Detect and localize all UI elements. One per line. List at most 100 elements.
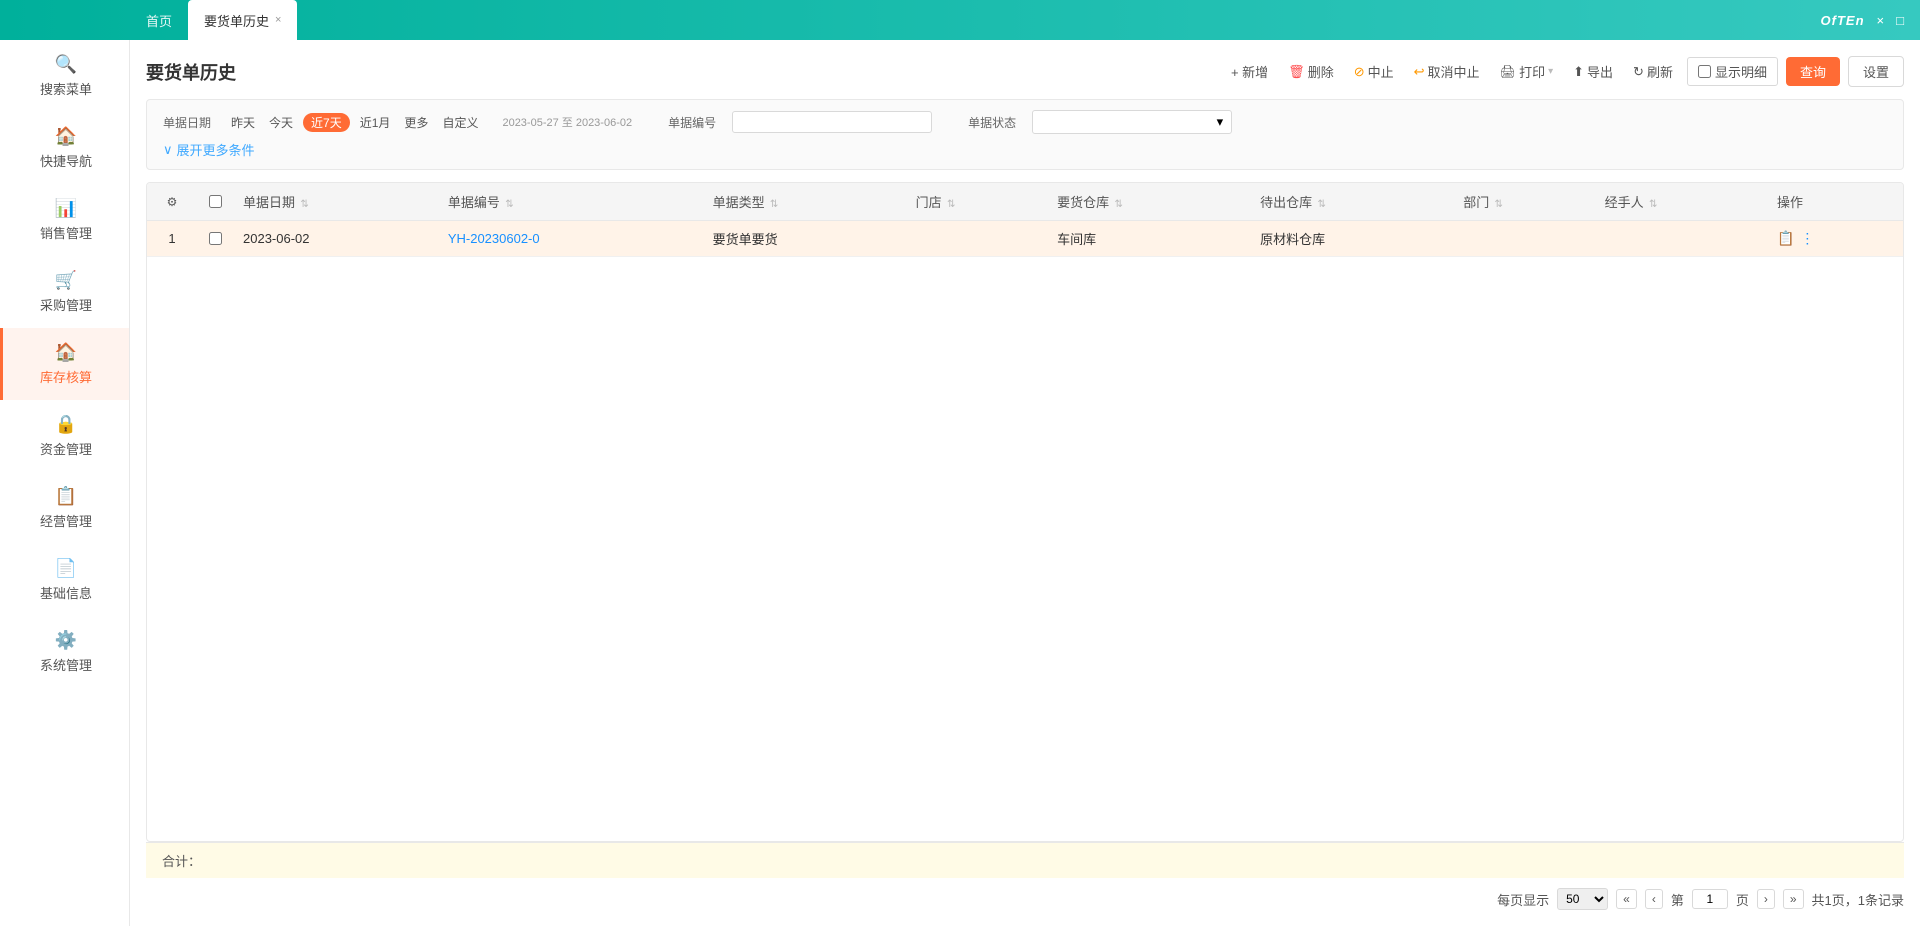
page-size-select[interactable]: 50 10 20 100 xyxy=(1557,888,1608,910)
date-btn-7days[interactable]: 近7天 xyxy=(303,113,350,132)
data-table: ⚙ 单据日期 ⇅ 单据编号 ⇅ xyxy=(147,183,1903,257)
date-btn-more[interactable]: 更多 xyxy=(400,113,432,132)
col-check xyxy=(197,183,233,221)
table-container: ⚙ 单据日期 ⇅ 单据编号 ⇅ xyxy=(146,182,1904,842)
date-range-display: 2023-05-27 至 2023-06-02 xyxy=(502,114,632,130)
expand-more-btn[interactable]: ∨ 展开更多条件 xyxy=(163,140,1887,159)
finance-mgmt-icon: 🔒 xyxy=(55,414,77,435)
window-close-btn[interactable]: × xyxy=(1877,13,1885,28)
sidebar-item-inventory-calc[interactable]: 🏠 库存核算 xyxy=(0,328,129,400)
sidebar-label-basic-info: 基础信息 xyxy=(40,583,92,602)
col-header-handler[interactable]: 经手人 ⇅ xyxy=(1595,183,1767,221)
top-nav: 首页 要货单历史 × OfTEn × □ xyxy=(0,0,1920,40)
date-label: 单据日期 xyxy=(163,114,211,131)
window-maximize-btn[interactable]: □ xyxy=(1896,13,1904,28)
row-more-btn[interactable]: ⋮ xyxy=(1800,230,1814,247)
table-row: 1 2023-06-02 YH-20230602-0 xyxy=(147,221,1903,257)
row-doc-no: YH-20230602-0 xyxy=(438,221,703,257)
sidebar: 🔍 搜索菜单 🏠 快捷导航 📊 销售管理 🛒 采购管理 🏠 库存核算 🔒 资金管… xyxy=(0,40,130,926)
close-tab-btn[interactable]: × xyxy=(275,14,281,26)
col-header-req-warehouse[interactable]: 要货仓库 ⇅ xyxy=(1047,183,1250,221)
display-detail-btn[interactable]: 显示明细 xyxy=(1687,57,1778,86)
row-doc-no-link[interactable]: YH-20230602-0 xyxy=(448,231,540,246)
stop-btn[interactable]: ⊘ 中止 xyxy=(1348,59,1400,84)
last-page-btn[interactable]: » xyxy=(1783,889,1804,909)
sidebar-item-search-menu[interactable]: 🔍 搜索菜单 xyxy=(0,40,129,112)
sales-mgmt-icon: 📊 xyxy=(55,198,77,219)
row-doc-date: 2023-06-02 xyxy=(233,221,438,257)
row-doc-type: 要货单要货 xyxy=(703,221,906,257)
content-area: 要货单历史 + 新增 🗑 删除 ⊘ 中止 ↩ 取消中止 🖨 xyxy=(130,40,1920,926)
page-suffix: 页 xyxy=(1736,890,1749,909)
doc-status-label: 单据状态 xyxy=(968,114,1016,131)
sort-icon-doc-date: ⇅ xyxy=(300,199,308,210)
date-btn-today[interactable]: 今天 xyxy=(265,113,297,132)
col-header-dept[interactable]: 部门 ⇅ xyxy=(1453,183,1594,221)
sidebar-item-system-mgmt[interactable]: ⚙️ 系统管理 xyxy=(0,616,129,688)
sidebar-item-finance-mgmt[interactable]: 🔒 资金管理 xyxy=(0,400,129,472)
refresh-btn[interactable]: ↻ 刷新 xyxy=(1627,59,1679,84)
col-header-pending-warehouse[interactable]: 待出仓库 ⇅ xyxy=(1250,183,1453,221)
sidebar-item-quick-nav[interactable]: 🏠 快捷导航 xyxy=(0,112,129,184)
date-btn-custom[interactable]: 自定义 xyxy=(438,113,482,132)
print-btn[interactable]: 🖨 打印 ▾ xyxy=(1494,59,1560,84)
table-header-row: ⚙ 单据日期 ⇅ 单据编号 ⇅ xyxy=(147,183,1903,221)
sidebar-label-inventory-calc: 库存核算 xyxy=(40,367,92,386)
row-idx: 1 xyxy=(147,221,197,257)
row-handler xyxy=(1595,221,1767,257)
row-dept xyxy=(1453,221,1594,257)
sidebar-item-sales-mgmt[interactable]: 📊 销售管理 xyxy=(0,184,129,256)
settings-btn[interactable]: 设置 xyxy=(1848,56,1904,87)
filter-date-btns: 昨天 今天 近7天 近1月 更多 自定义 xyxy=(227,113,482,132)
sidebar-item-basic-info[interactable]: 📄 基础信息 xyxy=(0,544,129,616)
doc-status-select[interactable]: ▾ xyxy=(1032,110,1232,134)
sort-icon-req-warehouse: ⇅ xyxy=(1114,199,1122,210)
query-btn[interactable]: 查询 xyxy=(1786,57,1840,86)
first-page-btn[interactable]: « xyxy=(1616,889,1637,909)
system-mgmt-icon: ⚙️ xyxy=(55,630,77,651)
select-all-checkbox[interactable] xyxy=(209,195,222,208)
tab-requisition-history[interactable]: 要货单历史 × xyxy=(188,0,297,40)
row-edit-btn[interactable]: 📋 xyxy=(1777,230,1794,247)
row-pending-warehouse: 原材料仓库 xyxy=(1250,221,1453,257)
row-check xyxy=(197,221,233,257)
sidebar-label-sales-mgmt: 销售管理 xyxy=(40,223,92,242)
sidebar-item-operations-mgmt[interactable]: 📋 经营管理 xyxy=(0,472,129,544)
page-size-label: 每页显示 xyxy=(1497,890,1549,909)
col-header-doc-date[interactable]: 单据日期 ⇅ xyxy=(233,183,438,221)
inventory-calc-icon: 🏠 xyxy=(55,342,77,363)
col-setting[interactable]: ⚙ xyxy=(147,183,197,221)
col-header-doc-no[interactable]: 单据编号 ⇅ xyxy=(438,183,703,221)
action-icons: 📋 ⋮ xyxy=(1777,230,1893,247)
main-layout: 🔍 搜索菜单 🏠 快捷导航 📊 销售管理 🛒 采购管理 🏠 库存核算 🔒 资金管… xyxy=(0,40,1920,926)
page-label: 第 xyxy=(1671,890,1684,909)
page-input[interactable] xyxy=(1692,889,1728,909)
doc-no-input[interactable] xyxy=(732,111,932,133)
row-checkbox[interactable] xyxy=(209,232,222,245)
sidebar-item-purchase-mgmt[interactable]: 🛒 采购管理 xyxy=(0,256,129,328)
delete-btn[interactable]: 🗑 删除 xyxy=(1282,59,1340,84)
cancel-stop-btn[interactable]: ↩ 取消中止 xyxy=(1408,59,1486,84)
brand-name: OfTEn xyxy=(1821,13,1865,28)
quick-nav-icon: 🏠 xyxy=(55,126,77,147)
sidebar-label-finance-mgmt: 资金管理 xyxy=(40,439,92,458)
row-store xyxy=(906,221,1047,257)
col-header-doc-type[interactable]: 单据类型 ⇅ xyxy=(703,183,906,221)
tab-home[interactable]: 首页 xyxy=(130,0,188,40)
date-btn-yesterday[interactable]: 昨天 xyxy=(227,113,259,132)
new-btn[interactable]: + 新增 xyxy=(1225,59,1274,84)
basic-info-icon: 📄 xyxy=(55,558,77,579)
export-btn[interactable]: ⬆ 导出 xyxy=(1567,59,1619,84)
display-detail-checkbox[interactable] xyxy=(1698,65,1711,78)
doc-no-label: 单据编号 xyxy=(668,114,716,131)
sort-icon-pending-warehouse: ⇅ xyxy=(1318,199,1326,210)
col-header-store[interactable]: 门店 ⇅ xyxy=(906,183,1047,221)
top-nav-right: OfTEn × □ xyxy=(1821,13,1920,28)
prev-page-btn[interactable]: ‹ xyxy=(1645,889,1663,909)
page-title: 要货单历史 xyxy=(146,59,236,85)
sidebar-label-purchase-mgmt: 采购管理 xyxy=(40,295,92,314)
date-btn-1month[interactable]: 近1月 xyxy=(356,113,395,132)
sidebar-label-operations-mgmt: 经营管理 xyxy=(40,511,92,530)
next-page-btn[interactable]: › xyxy=(1757,889,1775,909)
page-title-row: 要货单历史 + 新增 🗑 删除 ⊘ 中止 ↩ 取消中止 🖨 xyxy=(146,56,1904,87)
